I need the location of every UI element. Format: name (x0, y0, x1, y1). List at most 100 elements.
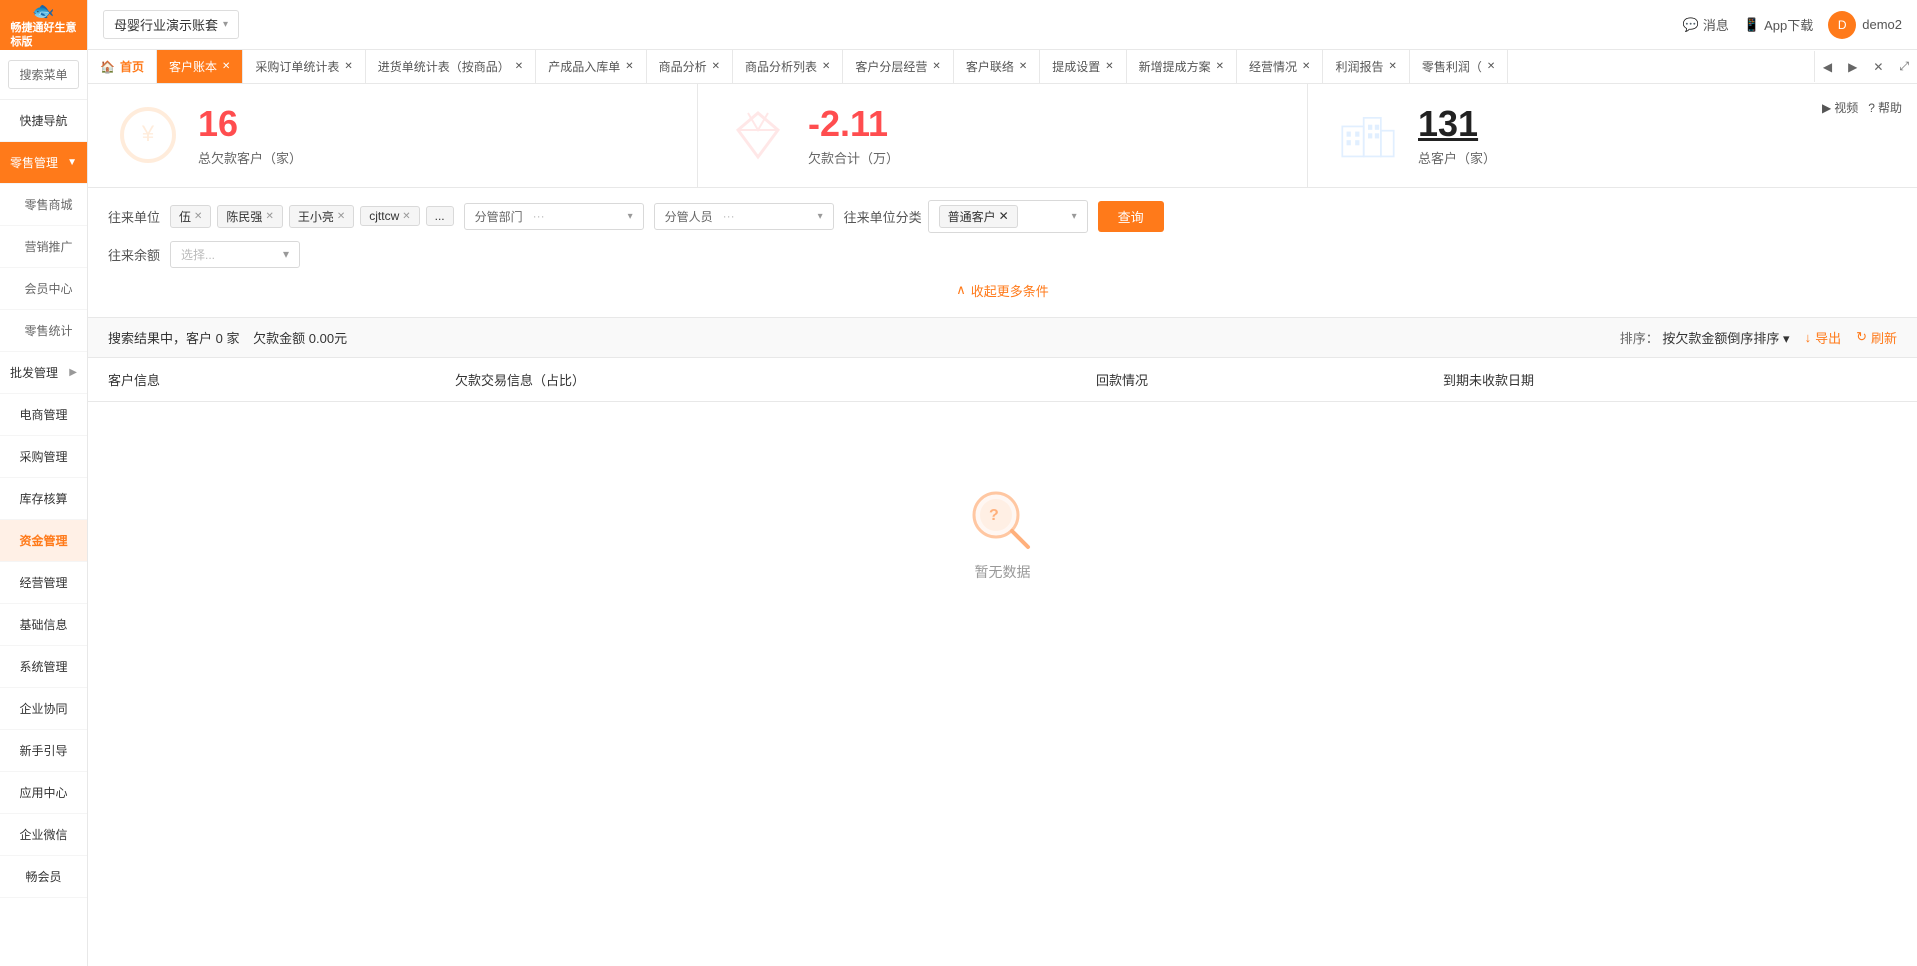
filter-tag-cjttcw[interactable]: cjttcw ✕ (360, 206, 419, 226)
tab-label: 进货单统计表（按商品） (378, 58, 510, 75)
tab-operations[interactable]: 经营情况 ✕ (1237, 50, 1323, 83)
classify-filter-group: 往来单位分类 普通客户 ✕ ▾ (844, 200, 1088, 233)
sidebar-item-marketing[interactable]: 营销推广 (0, 226, 87, 268)
classify-label: 往来单位分类 (844, 207, 922, 226)
tab-product-analysis-list[interactable]: 商品分析列表 ✕ (733, 50, 843, 83)
close-icon[interactable]: ✕ (932, 61, 940, 72)
sidebar-item-new-guide[interactable]: 新手引导 (0, 730, 87, 772)
diamond-icon (728, 105, 788, 165)
sidebar-item-finance[interactable]: 资金管理 (0, 520, 87, 562)
close-icon[interactable]: ✕ (344, 61, 352, 72)
tag-close-icon[interactable]: ✕ (194, 211, 202, 222)
close-icon[interactable]: ✕ (1302, 61, 1310, 72)
balance-select[interactable]: 选择... ▾ (170, 241, 300, 268)
close-icon[interactable]: ✕ (1105, 61, 1113, 72)
account-selector[interactable]: 母婴行业演示账套 ▾ (103, 10, 239, 39)
close-icon[interactable]: ✕ (1216, 61, 1224, 72)
user-menu[interactable]: D demo2 (1828, 11, 1902, 39)
refresh-button[interactable]: ↻ 刷新 (1856, 328, 1897, 347)
sidebar-item-purchase-mgmt[interactable]: 采购管理 (0, 436, 87, 478)
app-title: 畅捷通好生意标版 (11, 22, 77, 48)
filter-tag-wu[interactable]: 伍 ✕ (170, 205, 211, 228)
sidebar-item-retail-stats[interactable]: 零售统计 (0, 310, 87, 352)
chevron-down-icon: ▾ (628, 211, 633, 222)
filter-tag-wang[interactable]: 王小亮 ✕ (289, 205, 354, 228)
topbar: 母婴行业演示账套 ▾ 💬 消息 📱 App下载 D demo2 (88, 0, 1917, 50)
tab-customer-seg[interactable]: 客户分层经营 ✕ (843, 50, 953, 83)
collapse-button[interactable]: ∧ 收起更多条件 (956, 276, 1049, 305)
tab-label: 零售利润（ (1422, 58, 1482, 75)
tab-purchase-orders[interactable]: 采购订单统计表 ✕ (243, 50, 365, 83)
tab-home[interactable]: 🏠 首页 (88, 50, 157, 83)
export-button[interactable]: ↓ 导出 (1805, 328, 1842, 347)
sidebar-item-retail-mall[interactable]: 零售商城 (0, 184, 87, 226)
close-icon[interactable]: ✕ (625, 61, 633, 72)
tab-accounts[interactable]: 客户账本 ✕ (157, 50, 243, 83)
close-icon[interactable]: ✕ (222, 61, 230, 72)
close-icon[interactable]: ✕ (515, 61, 523, 72)
sidebar-item-app-center[interactable]: 应用中心 (0, 772, 87, 814)
sidebar-item-wholesale-mgmt[interactable]: 批发管理 ▶ (0, 352, 87, 394)
chevron-down-icon: ▾ (818, 211, 823, 222)
video-link[interactable]: ▶ 视频 (1822, 99, 1858, 116)
tab-inbound-stats[interactable]: 进货单统计表（按商品） ✕ (366, 50, 536, 83)
app-download-label: App下载 (1764, 15, 1813, 34)
message-label: 消息 (1703, 15, 1729, 34)
sidebar-item-label: 会员中心 (24, 280, 72, 297)
close-icon[interactable]: ✕ (822, 61, 830, 72)
username-label: demo2 (1862, 17, 1902, 32)
dept-select[interactable]: 分管部门 ··· ▾ (464, 203, 644, 230)
tab-prev-button[interactable]: ◀ (1815, 52, 1840, 82)
app-download-button[interactable]: 📱 App下载 (1744, 15, 1813, 34)
close-icon[interactable]: ✕ (1487, 61, 1495, 72)
close-icon[interactable]: ✕ (712, 61, 720, 72)
sidebar-item-inventory[interactable]: 库存核算 (0, 478, 87, 520)
tab-close-all-button[interactable]: ✕ (1865, 52, 1891, 82)
tab-customer-contact[interactable]: 客户联络 ✕ (954, 50, 1040, 83)
sidebar-search-section: 搜索菜单 (0, 50, 87, 100)
sidebar-item-member-center[interactable]: 会员中心 (0, 268, 87, 310)
total-customers-value: 131 (1418, 104, 1887, 144)
svg-text:¥: ¥ (141, 121, 155, 146)
query-button[interactable]: 查询 (1098, 201, 1164, 232)
classify-select[interactable]: 普通客户 ✕ ▾ (928, 200, 1088, 233)
tab-promo-settings[interactable]: 提成设置 ✕ (1040, 50, 1126, 83)
sidebar-item-basic-info[interactable]: 基础信息 (0, 604, 87, 646)
tab-product-analysis[interactable]: 商品分析 ✕ (647, 50, 733, 83)
close-icon[interactable]: ✕ (1019, 61, 1027, 72)
sidebar-item-corp-wechat[interactable]: 企业微信 (0, 814, 87, 856)
sidebar-item-operations-mgmt[interactable]: 经营管理 (0, 562, 87, 604)
filter-more-tags[interactable]: ... (426, 206, 454, 226)
sidebar-item-retail-mgmt[interactable]: 零售管理 ▼ (0, 142, 87, 184)
sort-select[interactable]: 按欠款金额倒序排序 ▾ (1662, 331, 1789, 346)
tag-close-icon[interactable]: ✕ (999, 209, 1009, 223)
tag-close-icon[interactable]: ✕ (337, 211, 345, 222)
tab-retail-profit[interactable]: 零售利润（ ✕ (1410, 50, 1508, 83)
tag-close-icon[interactable]: ✕ (402, 211, 410, 222)
debt-customers-value: 16 (198, 104, 667, 144)
page-content-area: ¥ 16 总欠款客户（家） (88, 84, 1917, 966)
sidebar-item-quick-nav[interactable]: 快捷导航 (0, 100, 87, 142)
filter-tag-chen[interactable]: 陈民强 ✕ (217, 205, 282, 228)
person-select[interactable]: 分管人员 ··· ▾ (654, 203, 834, 230)
tab-next-button[interactable]: ▶ (1840, 52, 1865, 82)
tab-expand-button[interactable]: ⤢ (1891, 51, 1917, 82)
sidebar-item-vip-member[interactable]: 畅会员 (0, 856, 87, 898)
empty-state: ? 暂无数据 (88, 402, 1917, 662)
debt-total-subtitle: 欠款合计（万） (808, 148, 1277, 167)
message-button[interactable]: 💬 消息 (1683, 15, 1729, 34)
stats-row: ¥ 16 总欠款客户（家） (88, 84, 1917, 188)
sidebar-item-label: 批发管理 (10, 364, 58, 381)
tab-new-promo[interactable]: 新增提成方案 ✕ (1127, 50, 1237, 83)
help-link[interactable]: ? 帮助 (1868, 99, 1902, 116)
tab-product-inbound[interactable]: 产成品入库单 ✕ (536, 50, 646, 83)
accounts-page: ¥ 16 总欠款客户（家） (88, 84, 1917, 966)
close-icon[interactable]: ✕ (1388, 61, 1396, 72)
sidebar-item-ecommerce[interactable]: 电商管理 (0, 394, 87, 436)
sidebar-item-sys-mgmt[interactable]: 系统管理 (0, 646, 87, 688)
sidebar-item-corp-collab[interactable]: 企业协同 (0, 688, 87, 730)
tag-close-icon[interactable]: ✕ (265, 211, 273, 222)
search-menu-button[interactable]: 搜索菜单 (8, 60, 79, 89)
sidebar-item-label: 企业协同 (19, 700, 67, 717)
tab-profit-report[interactable]: 利润报告 ✕ (1323, 50, 1409, 83)
